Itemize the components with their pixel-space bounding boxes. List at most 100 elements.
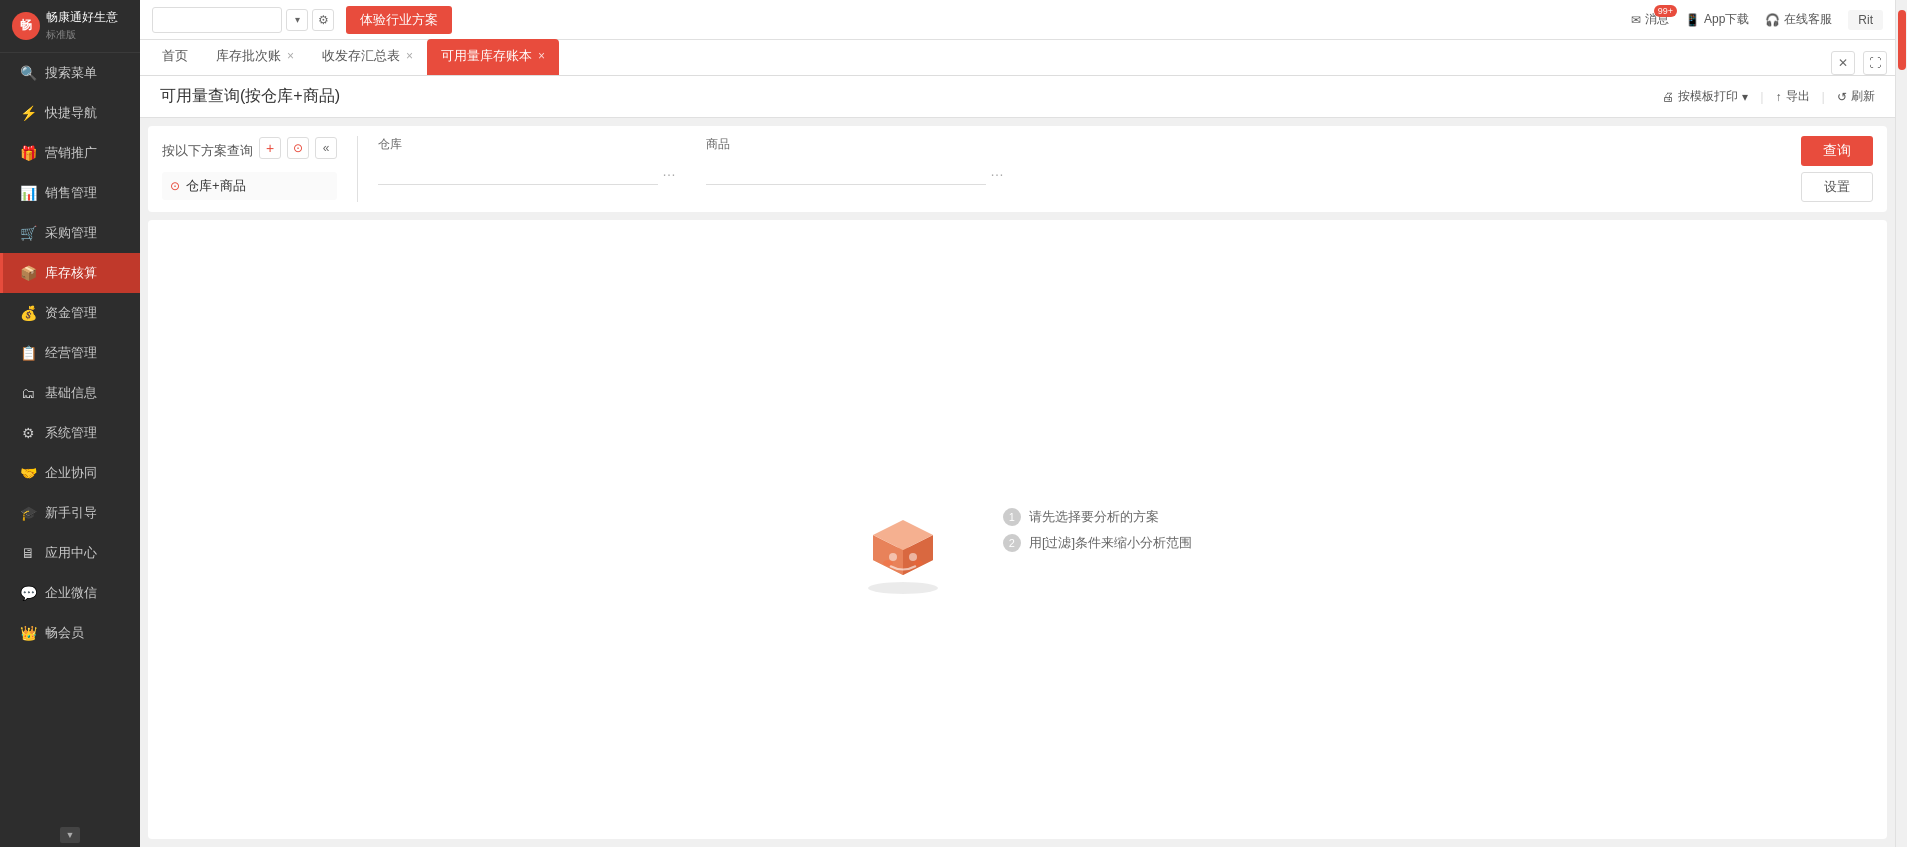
empty-illustration <box>843 470 963 590</box>
sidebar-label-marketing: 营销推广 <box>45 144 97 162</box>
sidebar-item-operations[interactable]: 📋 经营管理 <box>0 333 140 373</box>
sidebar-icon-system: ⚙ <box>19 425 37 441</box>
sidebar-item-vip[interactable]: 👑 畅会员 <box>0 613 140 653</box>
empty-hint-2: 2 用[过滤]条件来缩小分析范围 <box>1003 534 1192 552</box>
page-title: 可用量查询(按仓库+商品) <box>160 86 340 107</box>
warehouse-more-button[interactable]: … <box>662 163 676 179</box>
sidebar-label-search: 搜索菜单 <box>45 64 97 82</box>
online-support-button[interactable]: 🎧 在线客服 <box>1765 11 1832 28</box>
industry-solution-button[interactable]: 体验行业方案 <box>346 6 452 34</box>
scroll-down-btn[interactable]: ▼ <box>60 827 80 843</box>
search-dropdown-btn[interactable]: ▾ <box>286 9 308 31</box>
page-header: 可用量查询(按仓库+商品) 🖨 按模板打印 ▾ | ↑ 导出 | ↺ 刷新 <box>140 76 1895 118</box>
filter-fields-row: 仓库 … 商品 … <box>378 136 1791 185</box>
app-download-button[interactable]: 📱 App下载 <box>1685 11 1749 28</box>
tab-batch-ledger[interactable]: 库存批次账 × <box>202 39 308 75</box>
empty-hint-1: 1 请先选择要分析的方案 <box>1003 508 1192 526</box>
sidebar-label-operations: 经营管理 <box>45 344 97 362</box>
sidebar-header: 畅 畅康通好生意 标准版 <box>0 0 140 53</box>
sidebar-item-basic[interactable]: 🗂 基础信息 <box>0 373 140 413</box>
scrollbar-thumb[interactable] <box>1898 10 1906 70</box>
sidebar: 畅 畅康通好生意 标准版 🔍 搜索菜单 ⚡ 快捷导航 🎁 营销推广 📊 销售管理… <box>0 0 140 847</box>
tab-available-ledger-close[interactable]: × <box>538 50 545 62</box>
warehouse-input[interactable] <box>378 157 658 185</box>
tab-expand-button[interactable]: ⛶ <box>1863 51 1887 75</box>
svg-point-0 <box>868 582 938 594</box>
sidebar-icon-vip: 👑 <box>19 625 37 641</box>
filter-settings-button[interactable]: 设置 <box>1801 172 1873 202</box>
sidebar-label-vip: 畅会员 <box>45 624 84 642</box>
messages-button[interactable]: ✉ 消息 99+ <box>1631 11 1669 28</box>
message-badge: 99+ <box>1654 5 1677 17</box>
settings-gear-icon[interactable]: ⚙ <box>312 9 334 31</box>
sidebar-icon-sales: 📊 <box>19 185 37 201</box>
sidebar-icon-operations: 📋 <box>19 345 37 361</box>
action-separator-1: | <box>1760 89 1763 104</box>
topbar: ▾ ⚙ 体验行业方案 ✉ 消息 99+ 📱 App下载 🎧 在线客服 Rit <box>140 0 1895 40</box>
tab-available-ledger-label: 可用量库存账本 <box>441 47 532 65</box>
sidebar-icon-inventory: 📦 <box>19 265 37 281</box>
user-menu-button[interactable]: Rit <box>1848 10 1883 30</box>
filter-row: 按以下方案查询 + ⊙ « ⊙ 仓库+商品 <box>162 136 1873 202</box>
sidebar-item-newbie[interactable]: 🎓 新手引导 <box>0 493 140 533</box>
sidebar-label-app-center: 应用中心 <box>45 544 97 562</box>
svg-point-5 <box>889 553 897 561</box>
empty-box-svg <box>853 500 953 600</box>
sidebar-icon-marketing: 🎁 <box>19 145 37 161</box>
sidebar-item-system[interactable]: ⚙ 系统管理 <box>0 413 140 453</box>
sidebar-label-newbie: 新手引导 <box>45 504 97 522</box>
filter-scheme-warehouse-goods[interactable]: ⊙ 仓库+商品 <box>162 172 337 200</box>
topbar-search-area: ▾ ⚙ <box>152 7 334 33</box>
svg-point-7 <box>883 560 893 566</box>
tab-recv-summary-close[interactable]: × <box>406 50 413 62</box>
sidebar-item-wechat[interactable]: 💬 企业微信 <box>0 573 140 613</box>
sidebar-item-enterprise[interactable]: 🤝 企业协同 <box>0 453 140 493</box>
empty-hints: 1 请先选择要分析的方案 2 用[过滤]条件来缩小分析范围 <box>1003 508 1192 552</box>
tab-batch-ledger-close[interactable]: × <box>287 50 294 62</box>
sidebar-item-purchase[interactable]: 🛒 采购管理 <box>0 213 140 253</box>
refresh-button[interactable]: ↺ 刷新 <box>1837 88 1875 105</box>
sidebar-item-sales[interactable]: 📊 销售管理 <box>0 173 140 213</box>
tab-close-all-button[interactable]: ✕ <box>1831 51 1855 75</box>
query-button[interactable]: 查询 <box>1801 136 1873 166</box>
app-logo: 畅 畅康通好生意 标准版 <box>12 10 128 42</box>
filter-fields-area: 仓库 … 商品 … <box>378 136 1791 185</box>
filter-area: 按以下方案查询 + ⊙ « ⊙ 仓库+商品 <box>148 126 1887 212</box>
sidebar-icon-app-center: 🖥 <box>19 545 37 561</box>
sidebar-icon-newbie: 🎓 <box>19 505 37 521</box>
sidebar-item-finance[interactable]: 💰 资金管理 <box>0 293 140 333</box>
export-button[interactable]: ↑ 导出 <box>1776 88 1810 105</box>
sidebar-item-inventory[interactable]: 📦 库存核算 <box>0 253 140 293</box>
right-scrollbar[interactable] <box>1895 0 1907 847</box>
goods-more-button[interactable]: … <box>990 163 1004 179</box>
filter-scheme-panel: 按以下方案查询 + ⊙ « ⊙ 仓库+商品 <box>162 136 337 200</box>
sidebar-item-search[interactable]: 🔍 搜索菜单 <box>0 53 140 93</box>
tab-home-label: 首页 <box>162 47 188 65</box>
filter-collapse-button[interactable]: « <box>315 137 337 159</box>
sidebar-scroll-down[interactable]: ▼ <box>0 823 140 847</box>
tab-recv-summary[interactable]: 收发存汇总表 × <box>308 39 427 75</box>
sidebar-item-app-center[interactable]: 🖥 应用中心 <box>0 533 140 573</box>
empty-state-area: 1 请先选择要分析的方案 2 用[过滤]条件来缩小分析范围 <box>148 220 1887 839</box>
sidebar-item-quick-nav[interactable]: ⚡ 快捷导航 <box>0 93 140 133</box>
filter-goods-field: 商品 … <box>706 136 1004 185</box>
scheme-label: 仓库+商品 <box>186 177 246 195</box>
search-input[interactable] <box>152 7 282 33</box>
export-icon: ↑ <box>1776 90 1782 104</box>
filter-add-scheme-button[interactable]: + <box>259 137 281 159</box>
print-template-button[interactable]: 🖨 按模板打印 ▾ <box>1662 88 1748 105</box>
tab-home[interactable]: 首页 <box>148 39 202 75</box>
print-dropdown-icon: ▾ <box>1742 90 1748 104</box>
action-separator-2: | <box>1822 89 1825 104</box>
sidebar-item-marketing[interactable]: 🎁 营销推广 <box>0 133 140 173</box>
filter-scheme-settings-button[interactable]: ⊙ <box>287 137 309 159</box>
tabbar-right-actions: ✕ ⛶ <box>1831 51 1887 75</box>
hint-num-2: 2 <box>1003 534 1021 552</box>
tab-recv-summary-label: 收发存汇总表 <box>322 47 400 65</box>
topbar-right-actions: ✉ 消息 99+ 📱 App下载 🎧 在线客服 Rit <box>1631 10 1883 30</box>
sidebar-label-sales: 销售管理 <box>45 184 97 202</box>
tab-available-ledger[interactable]: 可用量库存账本 × <box>427 39 559 75</box>
warehouse-input-row: … <box>378 157 676 185</box>
print-icon: 🖨 <box>1662 90 1674 104</box>
goods-input[interactable] <box>706 157 986 185</box>
